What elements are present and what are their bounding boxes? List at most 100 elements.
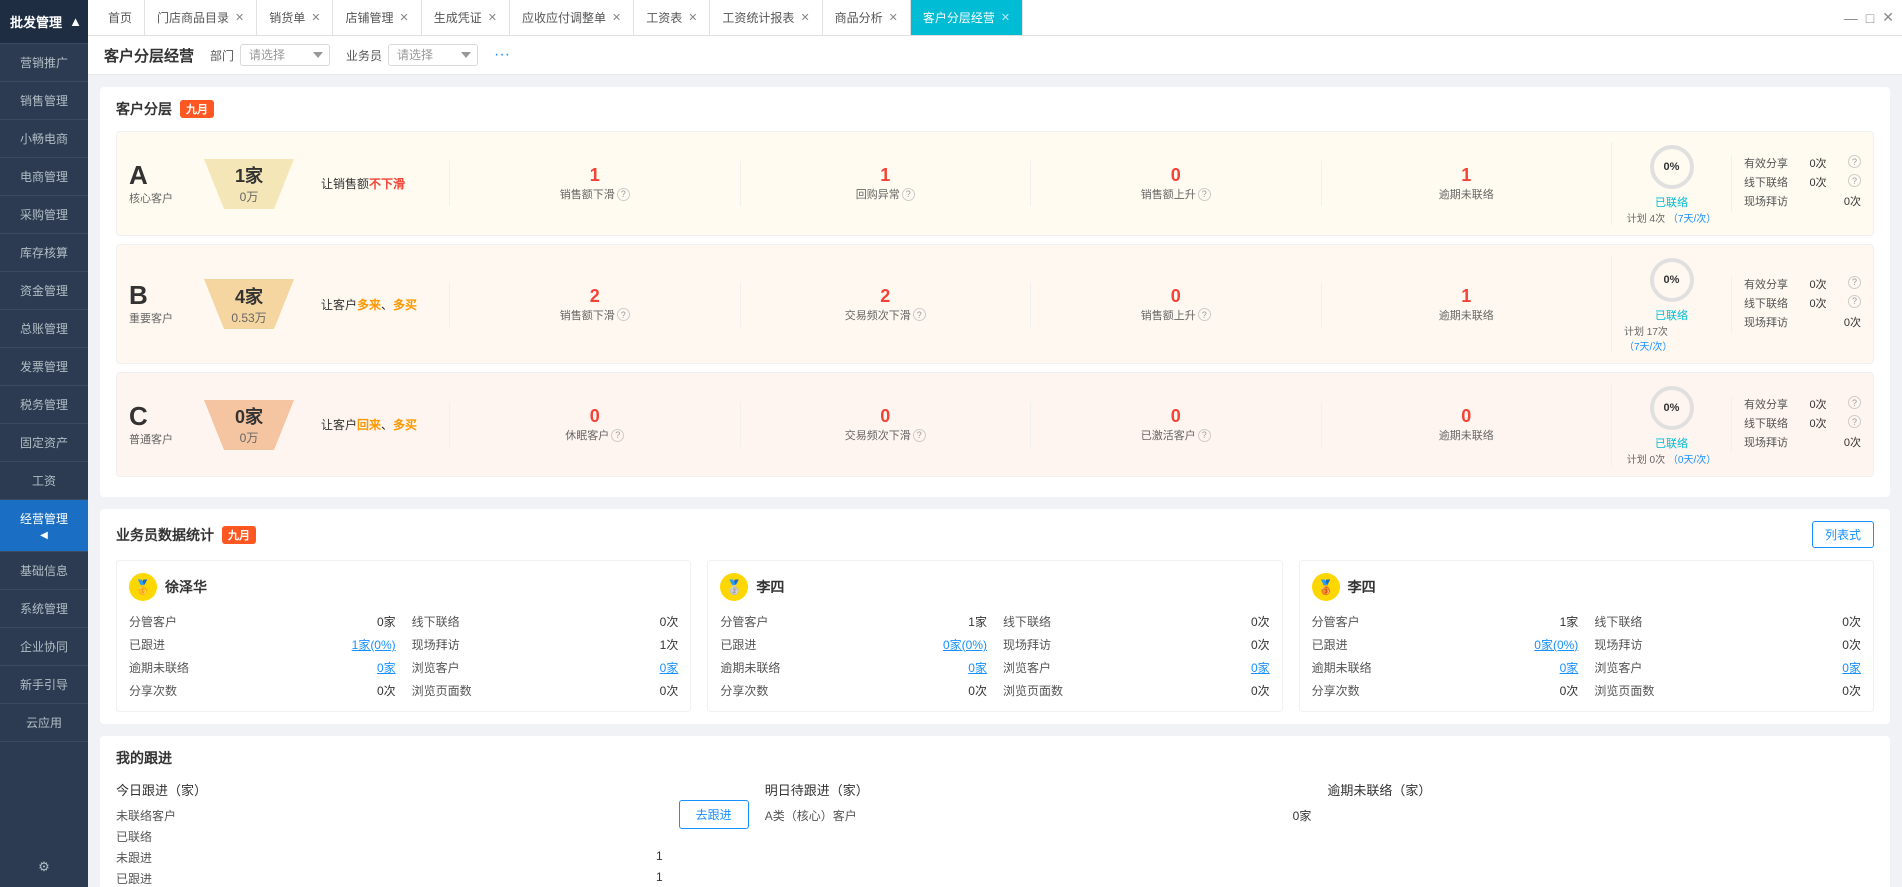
tier-b-suggestion-prefix: 让客户 xyxy=(321,298,357,312)
list-view-button[interactable]: 列表式 xyxy=(1812,521,1874,548)
sidebar-item-gongzi[interactable]: 工资 xyxy=(0,462,88,500)
info-icon-b0[interactable]: ? xyxy=(617,308,630,321)
info-icon-a2[interactable]: ? xyxy=(1198,188,1211,201)
staff-li4-1-val-2[interactable]: 0家(0%) xyxy=(943,636,987,653)
info-icon-cr1[interactable]: ? xyxy=(1848,415,1861,428)
customer-tier-title: 客户分层 九月 xyxy=(116,99,1874,119)
sidebar-item-yunyingyong[interactable]: 云应用 xyxy=(0,704,88,742)
sidebar-label-xiaoshou: 销售管理 xyxy=(4,92,84,109)
sidebar-item-xinshou[interactable]: 新手引导 xyxy=(0,666,88,704)
info-icon-c2[interactable]: ? xyxy=(1198,429,1211,442)
sidebar-item-qiye[interactable]: 企业协同 xyxy=(0,628,88,666)
sidebar-item-xitong[interactable]: 系统管理 xyxy=(0,590,88,628)
info-icon-br0[interactable]: ? xyxy=(1848,276,1861,289)
tier-c-stat-0-label: 休眠客户 ? xyxy=(458,427,732,443)
tab-store-close[interactable]: ✕ xyxy=(400,11,409,24)
info-icon-a1[interactable]: ? xyxy=(902,188,915,201)
staff-li4-2-val-4[interactable]: 0家 xyxy=(1560,659,1579,676)
tab-product[interactable]: 门店商品目录 ✕ xyxy=(145,0,257,36)
tab-goods-label: 商品分析 xyxy=(835,9,883,26)
tier-a-amount: 0万 xyxy=(235,188,263,205)
tab-ar-label: 应收应付调整单 xyxy=(522,9,606,26)
sidebar-label-zijin: 资金管理 xyxy=(4,282,84,299)
sidebar-item-shuiwu[interactable]: 税务管理 xyxy=(0,386,88,424)
sidebar-label-yunyingyong: 云应用 xyxy=(4,714,84,731)
info-icon-br1[interactable]: ? xyxy=(1848,295,1861,308)
staff-li4-2-stat-4: 逾期未联络 0家 xyxy=(1312,659,1579,676)
staff-li4-2-val-2[interactable]: 0家(0%) xyxy=(1534,636,1578,653)
staff-xu-val-4[interactable]: 0家 xyxy=(377,659,396,676)
sidebar-label-gongzi: 工资 xyxy=(4,472,84,489)
staff-li4-2-val-5[interactable]: 0家 xyxy=(1842,659,1861,676)
info-icon-ar1[interactable]: ? xyxy=(1848,174,1861,187)
tier-a-right-2: 现场拜访 0次 xyxy=(1744,193,1861,209)
sidebar-item-caigou[interactable]: 采购管理 xyxy=(0,196,88,234)
tab-minimize-icon[interactable]: — xyxy=(1844,10,1858,26)
tab-payroll-label: 工资表 xyxy=(646,9,682,26)
info-icon-a0[interactable]: ? xyxy=(617,188,630,201)
tab-payroll[interactable]: 工资表 ✕ xyxy=(634,0,710,36)
tab-store-label: 店铺管理 xyxy=(345,9,393,26)
sidebar-top[interactable]: 批发管理 ▲ xyxy=(0,0,88,44)
tier-b-pct: 0% xyxy=(1664,274,1680,286)
staff-xu-val-5[interactable]: 0家 xyxy=(660,659,679,676)
customer-tier-section: 客户分层 九月 A 核心客户 1家 0万 xyxy=(100,87,1890,497)
info-icon-c1[interactable]: ? xyxy=(913,429,926,442)
sidebar-item-zijin[interactable]: 资金管理 xyxy=(0,272,88,310)
tab-ar-close[interactable]: ✕ xyxy=(612,11,621,24)
tab-product-close[interactable]: ✕ xyxy=(235,11,244,24)
sidebar-item-jichu[interactable]: 基础信息 xyxy=(0,552,88,590)
tab-bar-actions: — □ ✕ xyxy=(1844,9,1894,26)
sidebar-item-gudingzichan[interactable]: 固定资产 xyxy=(0,424,88,462)
tab-ar[interactable]: 应收应付调整单 ✕ xyxy=(510,0,634,36)
staff-li4-1-val-4[interactable]: 0家 xyxy=(968,659,987,676)
tab-voucher[interactable]: 生成凭证 ✕ xyxy=(422,0,510,36)
tab-customer[interactable]: 客户分层经营 ✕ xyxy=(911,0,1023,36)
tab-maximize-icon[interactable]: □ xyxy=(1866,10,1874,26)
tab-close-all-icon[interactable]: ✕ xyxy=(1882,9,1894,26)
tab-home[interactable]: 首页 xyxy=(96,0,145,36)
staff-li4-1-stat-1: 线下联络 0次 xyxy=(1003,613,1270,630)
tier-a-funnel-text: 1家 0万 xyxy=(235,162,263,205)
tab-payroll-close[interactable]: ✕ xyxy=(688,11,697,24)
tier-c-stat-1-label: 交易频次下滑 ? xyxy=(749,427,1023,443)
sidebar-item-fapiao[interactable]: 发票管理 xyxy=(0,348,88,386)
tier-c-right-stats: 有效分享 0次 ? 线下联络 0次 ? 现场拜访 0次 xyxy=(1731,396,1861,453)
sidebar-item-jingying[interactable]: 经营管理 ◀ xyxy=(0,500,88,552)
followup-title: 我的跟进 xyxy=(116,748,1874,768)
sidebar-item-zhangkuai[interactable]: 总账管理 xyxy=(0,310,88,348)
staff-li4-2-stat-0: 分管客户 1家 xyxy=(1312,613,1579,630)
sidebar-item-xiaoshou[interactable]: 销售管理 xyxy=(0,82,88,120)
tab-store[interactable]: 店铺管理 ✕ xyxy=(333,0,421,36)
tab-voucher-close[interactable]: ✕ xyxy=(488,11,497,24)
sidebar-item-yingxiao[interactable]: 营销推广 xyxy=(0,44,88,82)
info-icon-b1[interactable]: ? xyxy=(913,308,926,321)
info-icon-b2[interactable]: ? xyxy=(1198,308,1211,321)
info-icon-ar0[interactable]: ? xyxy=(1848,155,1861,168)
tier-c-stat-3: 0 逾期未联络 xyxy=(1321,402,1612,447)
tab-payroll-stat-close[interactable]: ✕ xyxy=(800,11,809,24)
tier-b-stat-0: 2 销售额下滑 ? xyxy=(449,282,740,327)
staff-li4-1-val-5[interactable]: 0家 xyxy=(1251,659,1270,676)
more-filters-icon[interactable]: ··· xyxy=(494,46,510,64)
sidebar-label-xinshou: 新手引导 xyxy=(4,676,84,693)
tab-sales-close[interactable]: ✕ xyxy=(311,11,320,24)
tier-b-stat-3: 1 逾期未联络 xyxy=(1321,282,1612,327)
sidebar-item-xiaodian[interactable]: 小畅电商 xyxy=(0,120,88,158)
info-icon-cr0[interactable]: ? xyxy=(1848,396,1861,409)
info-icon-c0[interactable]: ? xyxy=(611,429,624,442)
staff-xu-val-2[interactable]: 1家(0%) xyxy=(352,636,396,653)
tab-payroll-stat[interactable]: 工资统计报表 ✕ xyxy=(710,0,822,36)
tab-customer-close[interactable]: ✕ xyxy=(1001,11,1010,24)
tab-goods[interactable]: 商品分析 ✕ xyxy=(823,0,911,36)
staff-filter-select[interactable]: 请选择 xyxy=(388,44,478,66)
sidebar-item-kucun[interactable]: 库存核算 xyxy=(0,234,88,272)
sidebar-item-dianshang[interactable]: 电商管理 xyxy=(0,158,88,196)
dept-filter-select[interactable]: 请选择 xyxy=(240,44,330,66)
tab-sales[interactable]: 销货单 ✕ xyxy=(257,0,333,36)
tier-c-stat-0: 0 休眠客户 ? xyxy=(449,402,740,447)
go-followup-button[interactable]: 去跟进 xyxy=(679,800,749,829)
tab-goods-close[interactable]: ✕ xyxy=(889,11,898,24)
settings-icon[interactable]: ⚙ xyxy=(0,847,88,887)
staff-card-xu: 🥇 徐泽华 分管客户 0家 线下联络 0次 已跟进 xyxy=(116,560,691,712)
